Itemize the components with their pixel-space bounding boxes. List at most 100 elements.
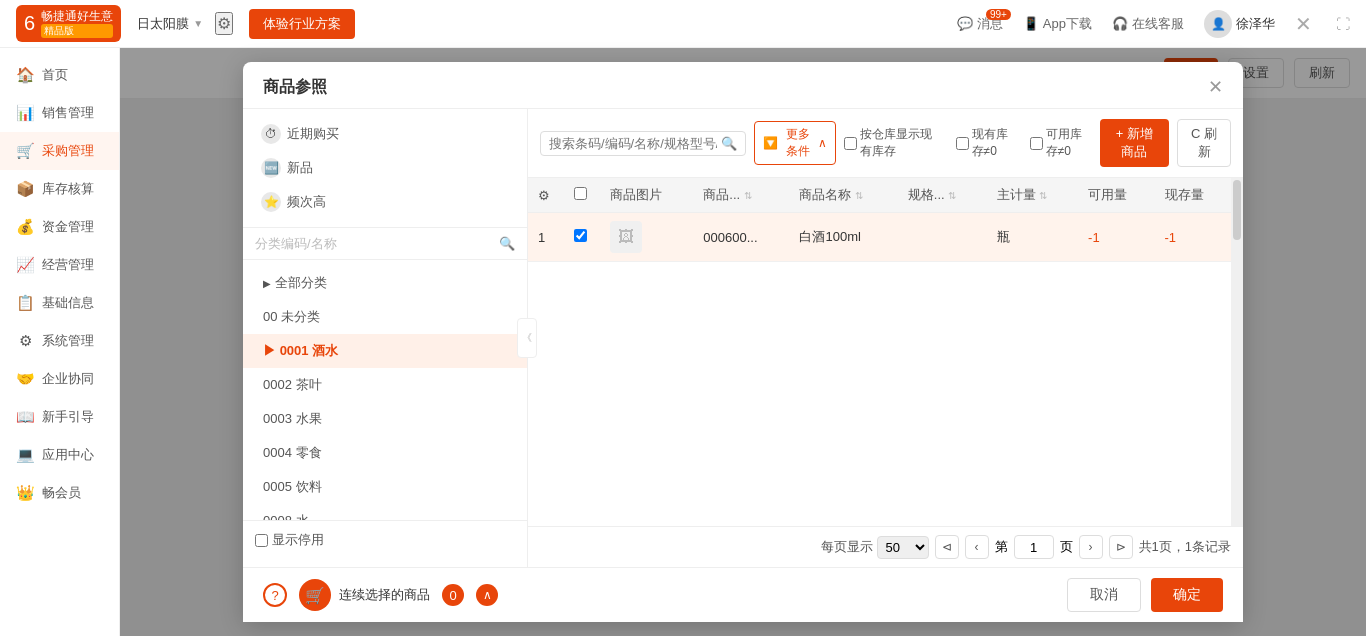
product-search-input[interactable] <box>549 136 717 151</box>
sidebar-item-home[interactable]: 🏠 首页 <box>0 56 119 94</box>
warehouse-checkbox[interactable] <box>844 137 857 150</box>
available-ne0-checkbox[interactable] <box>1030 137 1043 150</box>
store-name: 日太阳膜 <box>137 15 189 33</box>
category-liquor[interactable]: ▶ 0001 酒水 <box>243 334 527 368</box>
per-page-selector: 每页显示 50 10 20 100 <box>821 536 929 559</box>
category-snack[interactable]: 0004 零食 <box>243 436 527 470</box>
sidebar-item-collab[interactable]: 🤝 企业协同 <box>0 360 119 398</box>
page-suffix: 页 <box>1060 538 1073 556</box>
sidebar-item-apps[interactable]: 💻 应用中心 <box>0 436 119 474</box>
show-disabled-checkbox-row: 显示停用 <box>243 520 527 559</box>
category-water[interactable]: 0008 水 <box>243 504 527 520</box>
user-menu[interactable]: 👤 徐泽华 <box>1204 10 1275 38</box>
refresh-button[interactable]: C 刷新 <box>1177 119 1231 167</box>
category-all[interactable]: ▶ 全部分类 <box>243 266 527 300</box>
cancel-button[interactable]: 取消 <box>1067 578 1141 612</box>
service-button[interactable]: 🎧 在线客服 <box>1112 15 1184 33</box>
category-fruit[interactable]: 0003 水果 <box>243 402 527 436</box>
message-badge: 99+ <box>986 9 1011 20</box>
sidebar-item-basic[interactable]: 📋 基础信息 <box>0 284 119 322</box>
th-gear[interactable]: ⚙ <box>528 178 564 213</box>
sidebar: 🏠 首页 📊 销售管理 🛒 采购管理 📦 库存核算 💰 资金管理 📈 经营管理 … <box>0 48 120 636</box>
table-scrollbar[interactable] <box>1231 178 1243 526</box>
add-product-button[interactable]: + 新增商品 <box>1100 119 1169 167</box>
category-search-input[interactable] <box>255 236 493 251</box>
filter-checkboxes: 按仓库显示现有库存 现有库存≠0 可用库存≠0 <box>844 126 1092 160</box>
available-ne0-checkbox-label[interactable]: 可用库存≠0 <box>1030 126 1092 160</box>
table-settings-icon[interactable]: ⚙ <box>538 188 550 203</box>
sidebar-item-guide[interactable]: 📖 新手引导 <box>0 398 119 436</box>
total-info: 共1页，1条记录 <box>1139 538 1231 556</box>
store-selector[interactable]: 日太阳膜 ▼ <box>137 15 203 33</box>
category-drink[interactable]: 0005 饮料 <box>243 470 527 504</box>
cart-icon[interactable]: 🛒 <box>299 579 331 611</box>
sidebar-label-sales: 销售管理 <box>42 104 94 122</box>
window-close-button[interactable]: ✕ <box>1295 12 1312 36</box>
app-download-button[interactable]: 📱 App下载 <box>1023 15 1092 33</box>
window-maximize-button[interactable]: ⛶ <box>1336 16 1350 32</box>
collapse-cart-button[interactable]: ∧ <box>476 584 498 606</box>
cart-count: 0 <box>442 584 464 606</box>
trial-button[interactable]: 体验行业方案 <box>249 9 355 39</box>
show-disabled-label[interactable]: 显示停用 <box>255 531 324 549</box>
sidebar-item-system[interactable]: ⚙ 系统管理 <box>0 322 119 360</box>
next-page-button[interactable]: › <box>1079 535 1103 559</box>
new-product-item[interactable]: 🆕 新品 <box>251 151 519 185</box>
recent-purchase-item[interactable]: ⏱ 近期购买 <box>251 117 519 151</box>
dialog-action-buttons: 取消 确定 <box>1067 578 1223 612</box>
prev-page-button[interactable]: ‹ <box>965 535 989 559</box>
th-name[interactable]: 商品名称 ⇅ <box>789 178 897 213</box>
page-input[interactable] <box>1014 535 1054 559</box>
sidebar-item-purchase[interactable]: 🛒 采购管理 <box>0 132 119 170</box>
last-page-button[interactable]: ⊳ <box>1109 535 1133 559</box>
category-snack-label: 0004 零食 <box>263 445 322 460</box>
show-disabled-checkbox[interactable] <box>255 534 268 547</box>
category-search-icon[interactable]: 🔍 <box>499 236 515 251</box>
filter-icon: 🔽 <box>763 136 778 150</box>
row-checkbox[interactable] <box>574 229 587 242</box>
sidebar-item-member[interactable]: 👑 畅会员 <box>0 474 119 512</box>
sidebar-label-business: 经营管理 <box>42 256 94 274</box>
basic-icon: 📋 <box>16 294 34 312</box>
scrollbar-thumb[interactable] <box>1233 180 1241 240</box>
th-code[interactable]: 商品... ⇅ <box>693 178 789 213</box>
th-spec[interactable]: 规格... ⇅ <box>898 178 987 213</box>
freq-item[interactable]: ⭐ 频次高 <box>251 185 519 219</box>
sidebar-label-system: 系统管理 <box>42 332 94 350</box>
member-icon: 👑 <box>16 484 34 502</box>
category-all-label: 全部分类 <box>275 274 327 292</box>
category-unclassified[interactable]: 00 未分类 <box>243 300 527 334</box>
gear-button[interactable]: ⚙ <box>215 12 233 35</box>
sidebar-label-finance: 资金管理 <box>42 218 94 236</box>
stock-ne0-checkbox-label[interactable]: 现有库存≠0 <box>956 126 1018 160</box>
more-filter-button[interactable]: 🔽 更多条件 ∧ <box>754 121 836 165</box>
confirm-button[interactable]: 确定 <box>1151 578 1223 612</box>
help-button[interactable]: ? <box>263 583 287 607</box>
td-seq: 1 <box>528 213 564 262</box>
sidebar-label-home: 首页 <box>42 66 68 84</box>
select-all-checkbox[interactable] <box>574 187 587 200</box>
category-tea[interactable]: 0002 茶叶 <box>243 368 527 402</box>
sidebar-item-sales[interactable]: 📊 销售管理 <box>0 94 119 132</box>
sidebar-item-inventory[interactable]: 📦 库存核算 <box>0 170 119 208</box>
logo[interactable]: 6 畅捷通好生意 精品版 <box>16 5 121 43</box>
dialog-close-button[interactable]: ✕ <box>1208 76 1223 98</box>
pagination: 每页显示 50 10 20 100 ⊲ ‹ 第 <box>528 526 1243 567</box>
toolbar-right-actions: + 新增商品 C 刷新 <box>1100 119 1231 167</box>
category-drink-label: 0005 饮料 <box>263 479 322 494</box>
freq-label: 频次高 <box>287 193 326 211</box>
collapse-panel-button[interactable]: 《 <box>517 318 537 358</box>
warehouse-checkbox-label[interactable]: 按仓库显示现有库存 <box>844 126 944 160</box>
warehouse-label: 按仓库显示现有库存 <box>860 126 944 160</box>
product-search-icon[interactable]: 🔍 <box>721 136 737 151</box>
first-page-button[interactable]: ⊲ <box>935 535 959 559</box>
sidebar-item-business[interactable]: 📈 经营管理 <box>0 246 119 284</box>
message-button[interactable]: 💬 消息 99+ <box>957 15 1003 33</box>
table-row[interactable]: 1 🖼 000600... <box>528 213 1231 262</box>
per-page-select[interactable]: 50 10 20 100 <box>877 536 929 559</box>
th-image: 商品图片 <box>600 178 693 213</box>
th-unit[interactable]: 主计量 ⇅ <box>987 178 1079 213</box>
dialog-body: ⏱ 近期购买 🆕 新品 ⭐ 频次高 <box>243 109 1243 567</box>
sidebar-item-finance[interactable]: 💰 资金管理 <box>0 208 119 246</box>
stock-ne0-checkbox[interactable] <box>956 137 969 150</box>
